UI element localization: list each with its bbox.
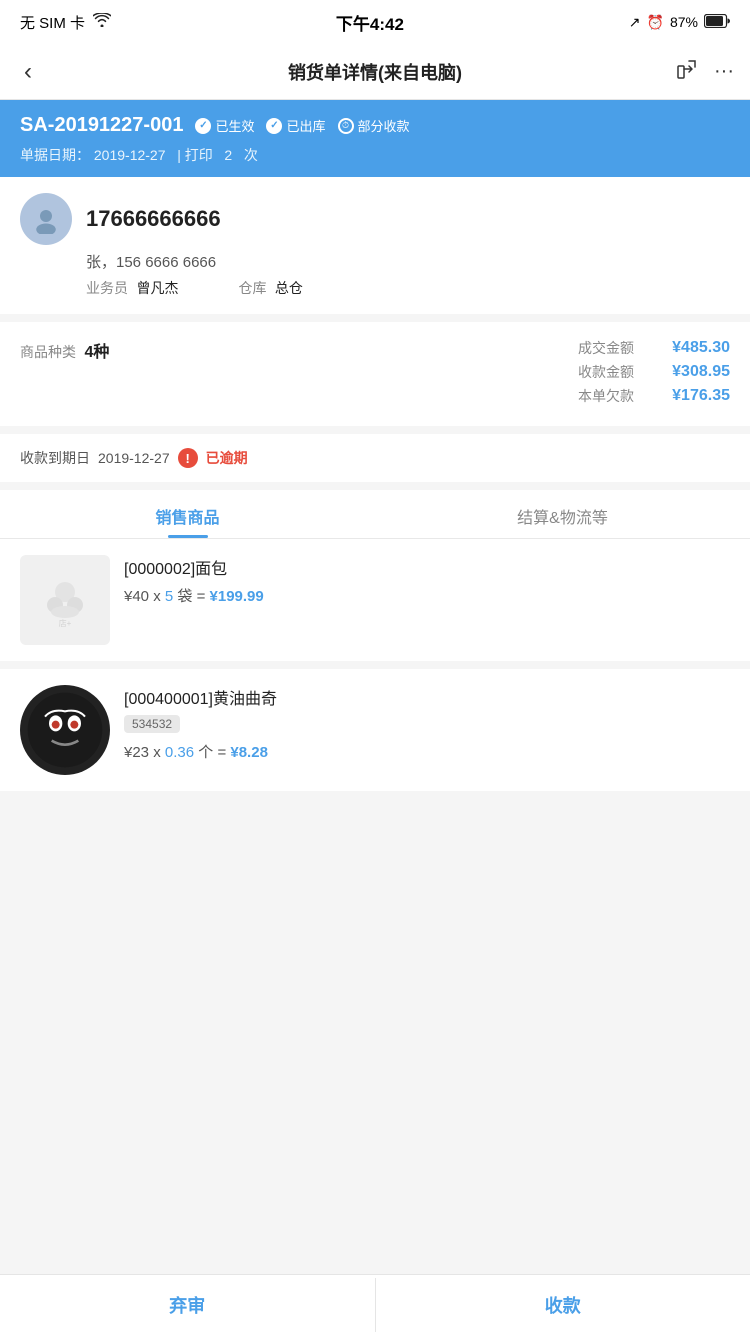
nav-bar: ‹ 销货单详情(来自电脑) ··· (0, 44, 750, 100)
tab-settlement[interactable]: 结算&物流等 (375, 490, 750, 538)
deal-amount-row: 成交金额 ¥485.30 (578, 338, 730, 358)
tab-products[interactable]: 销售商品 (0, 490, 375, 538)
wifi-icon (93, 13, 111, 31)
sales-value: 曾凡杰 (136, 280, 178, 296)
customer-contact: 张，156 6666 6666 (86, 251, 730, 272)
overdue-date: 2019-12-27 (98, 450, 170, 466)
collect-payment-button[interactable]: 收款 (376, 1278, 750, 1332)
badge-shipped: ✓ 已出库 (266, 116, 325, 135)
summary-card: 商品种类 4种 成交金额 ¥485.30 收款金额 ¥308.95 本单欠款 ¥… (0, 322, 750, 426)
product-info-1: [0000002]面包 ¥40 x 5 袋 = ¥199.99 (124, 555, 730, 606)
overdue-warning-icon: ! (178, 448, 198, 468)
avatar (20, 193, 72, 245)
customer-card: 17666666666 张，156 6666 6666 业务员 曾凡杰 仓库 总… (0, 177, 750, 314)
badge-partial: ⏱ 部分收款 (338, 116, 410, 135)
order-header: SA-20191227-001 ✓ 已生效 ✓ 已出库 ⏱ 部分收款 单据日期：… (0, 100, 750, 177)
product-kind-value: 4种 (84, 344, 109, 361)
product-qty-2: 0.36 (165, 744, 194, 761)
received-label: 收款金额 (578, 362, 634, 382)
customer-meta: 业务员 曾凡杰 仓库 总仓 (86, 278, 730, 298)
product-tabs: 销售商品 结算&物流等 (0, 490, 750, 539)
check-icon: ✓ (195, 118, 211, 134)
carrier-label: 无 SIM 卡 (20, 12, 85, 33)
amount-summary: 成交金额 ¥485.30 收款金额 ¥308.95 本单欠款 ¥176.35 (578, 338, 730, 410)
status-bar-time: 下午4:42 (336, 10, 404, 35)
nav-right-actions: ··· (676, 58, 734, 86)
product-total-2: ¥8.28 (230, 744, 268, 761)
product-thumb-1: 店+ (20, 555, 110, 645)
product-price-2: ¥23 x 0.36 个 = ¥8.28 (124, 741, 730, 762)
received-value: ¥308.95 (650, 363, 730, 381)
debt-label: 本单欠款 (578, 386, 634, 406)
overdue-badge: 已逾期 (206, 448, 248, 468)
customer-id: 17666666666 (86, 206, 221, 232)
sales-label: 业务员 (86, 280, 128, 296)
product-price-1: ¥40 x 5 袋 = ¥199.99 (124, 585, 730, 606)
product-list: 店+ [0000002]面包 ¥40 x 5 袋 = ¥199.99 (0, 539, 750, 791)
product-thumb-2 (20, 685, 110, 775)
product-info-2: [000400001]黄油曲奇 534532 ¥23 x 0.36 个 = ¥8… (124, 685, 730, 762)
product-name-1: [0000002]面包 (124, 555, 730, 579)
product-tag-2: 534532 (124, 715, 180, 733)
overdue-date-label: 收款到期日 (20, 448, 90, 468)
deal-amount-value: ¥485.30 (650, 339, 730, 357)
order-id: SA-20191227-001 (20, 114, 183, 137)
back-button[interactable]: ‹ (16, 50, 40, 94)
product-kind-info: 商品种类 4种 (20, 338, 109, 362)
badge-active: ✓ 已生效 (195, 116, 254, 135)
battery-icon (704, 14, 730, 31)
warehouse-label: 仓库 (238, 280, 266, 296)
warehouse-value: 总仓 (275, 280, 303, 296)
bottom-bar: 弃审 收款 (0, 1274, 750, 1334)
svg-text:店+: 店+ (59, 618, 72, 628)
product-qty-1: 5 (165, 588, 173, 605)
check-icon-2: ✓ (266, 118, 282, 134)
product-total-1: ¥199.99 (210, 588, 264, 605)
overdue-row: 收款到期日 2019-12-27 ! 已逾期 (0, 434, 750, 482)
page-title: 销货单详情(来自电脑) (288, 59, 462, 85)
share-button[interactable] (676, 58, 698, 86)
battery-label: 87% (670, 14, 698, 30)
more-button[interactable]: ··· (714, 60, 734, 83)
status-bar-left: 无 SIM 卡 (20, 12, 111, 33)
table-row: [000400001]黄油曲奇 534532 ¥23 x 0.36 个 = ¥8… (0, 669, 750, 791)
status-bar: 无 SIM 卡 下午4:42 ↗ ⏰ 87% (0, 0, 750, 44)
received-amount-row: 收款金额 ¥308.95 (578, 362, 730, 382)
clock-icon: ⏱ (338, 118, 354, 134)
product-kind-label: 商品种类 (20, 344, 76, 360)
order-date-row: 单据日期： 2019-12-27 | 打印 2 次 (20, 145, 730, 165)
deal-amount-label: 成交金额 (578, 338, 634, 358)
abandon-review-button[interactable]: 弃审 (0, 1278, 376, 1332)
alarm-icon: ⏰ (647, 14, 664, 31)
location-icon: ↗ (629, 14, 641, 31)
table-row: 店+ [0000002]面包 ¥40 x 5 袋 = ¥199.99 (0, 539, 750, 661)
product-name-2: [000400001]黄油曲奇 (124, 685, 730, 709)
status-bar-right: ↗ ⏰ 87% (629, 14, 730, 31)
debt-amount-row: 本单欠款 ¥176.35 (578, 386, 730, 406)
debt-value: ¥176.35 (650, 387, 730, 405)
